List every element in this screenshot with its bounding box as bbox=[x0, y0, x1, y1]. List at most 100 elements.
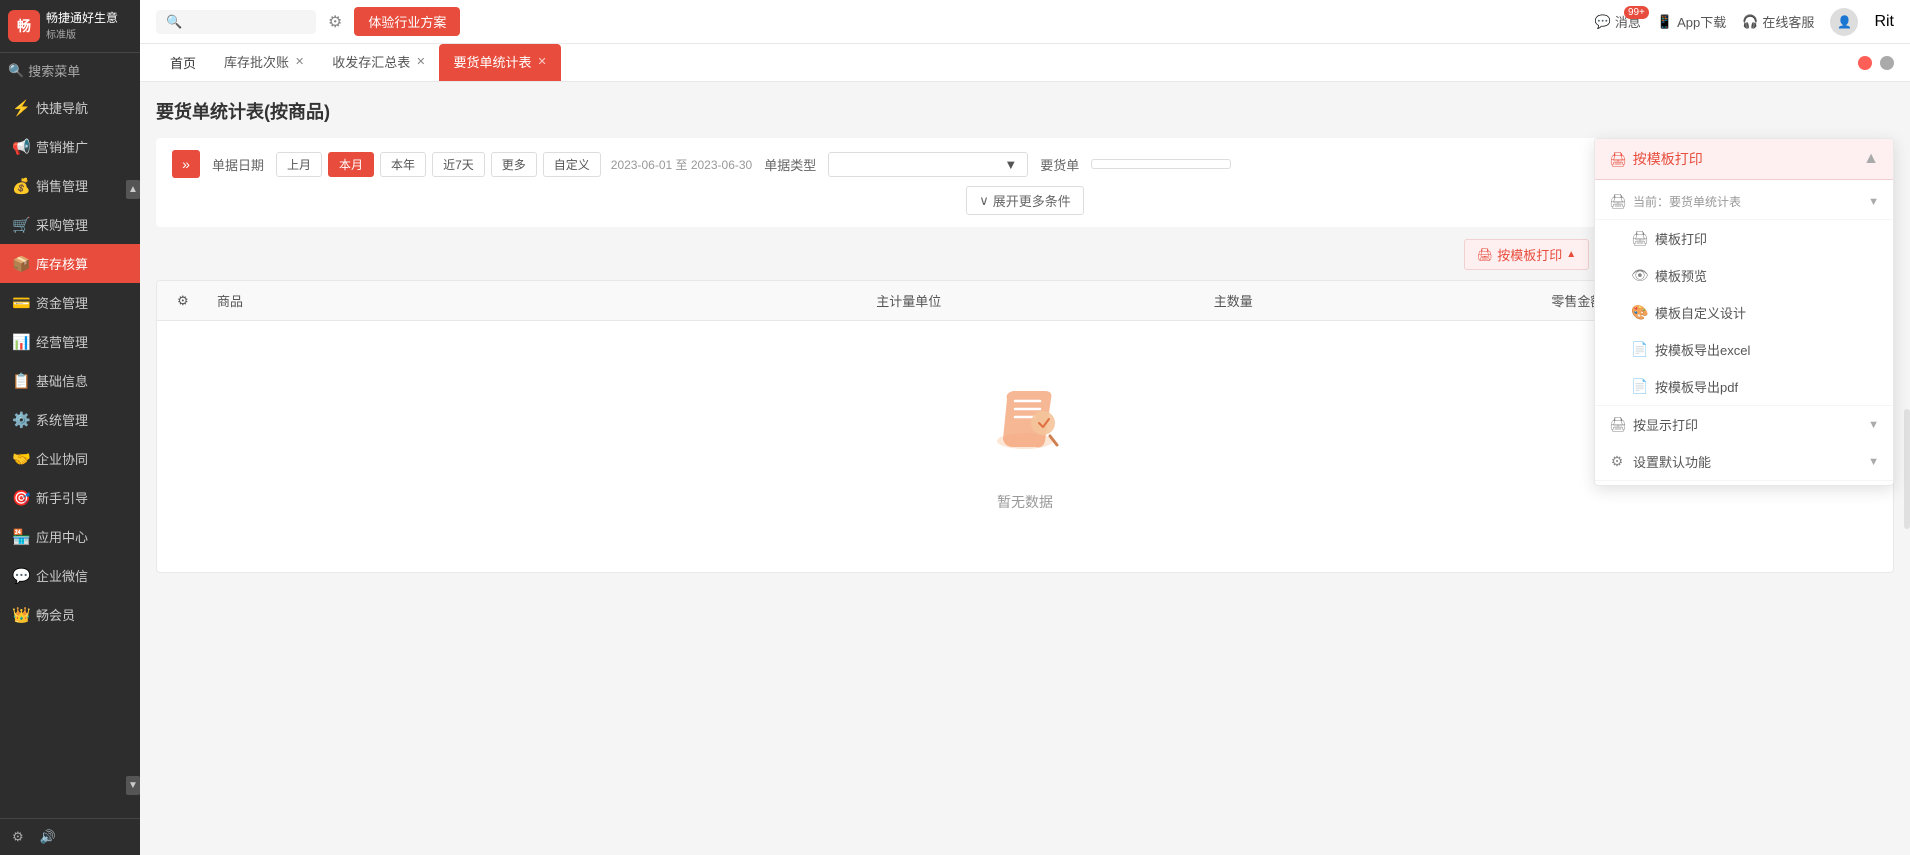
dropdown-display-print[interactable]: 🖨 按显示打印 ▼ bbox=[1595, 406, 1893, 443]
messages-badge: 99+ bbox=[1624, 6, 1649, 19]
type-filter-select[interactable]: ▼ bbox=[828, 152, 1028, 177]
date-7days-btn[interactable]: 近7天 bbox=[432, 152, 485, 177]
sidebar-item-guide[interactable]: 🎯 新手引导 bbox=[0, 478, 140, 517]
template-pdf-label: 按模板导出pdf bbox=[1655, 377, 1879, 396]
date-custom-btn[interactable]: 自定义 bbox=[543, 152, 601, 177]
sidebar-item-finance[interactable]: 💳 资金管理 bbox=[0, 283, 140, 322]
sidebar-item-member-label: 畅会员 bbox=[36, 605, 75, 624]
search-icon: 🔍 bbox=[8, 63, 24, 79]
user-avatar[interactable]: 👤 bbox=[1830, 8, 1858, 36]
dropdown-template-pdf[interactable]: 📄 按模板导出pdf bbox=[1595, 368, 1893, 405]
dropdown-default-func[interactable]: ⚙ 设置默认功能 ▼ bbox=[1595, 443, 1893, 480]
dropdown-template-print[interactable]: 🖨 模板打印 bbox=[1595, 220, 1893, 257]
current-item-label: 当前：要货单统计表 bbox=[1633, 193, 1860, 210]
topbar-gear-icon[interactable]: ⚙ bbox=[328, 12, 342, 32]
date-filter-label: 单据日期 bbox=[212, 155, 264, 174]
win-close-btn[interactable] bbox=[1858, 56, 1872, 70]
tab-order-stats[interactable]: 要货单统计表 ✕ bbox=[439, 44, 560, 81]
sidebar-item-operation[interactable]: 📊 经营管理 bbox=[0, 322, 140, 361]
win-controls bbox=[1858, 56, 1894, 70]
sidebar-item-collab[interactable]: 🤝 企业协同 bbox=[0, 439, 140, 478]
sidebar-search[interactable]: 🔍 搜索菜单 bbox=[0, 53, 140, 88]
print-btn-container: 🖨 按模板打印 ▲ bbox=[1464, 239, 1589, 270]
empty-icon bbox=[985, 381, 1065, 480]
finance-icon: 💳 bbox=[12, 294, 30, 312]
template-preview-icon: 👁 bbox=[1631, 267, 1647, 284]
download-icon: 📱 bbox=[1657, 14, 1673, 30]
sidebar-item-inventory[interactable]: 📦 库存核算 bbox=[0, 244, 140, 283]
template-pdf-icon: 📄 bbox=[1631, 378, 1647, 395]
tab-inventory-batch-label: 库存批次账 bbox=[224, 52, 289, 71]
app-name: 畅捷通好生意 bbox=[46, 11, 118, 27]
template-design-icon: 🎨 bbox=[1631, 304, 1647, 321]
basic-icon: 📋 bbox=[12, 372, 30, 390]
template-design-label: 模板自定义设计 bbox=[1655, 303, 1879, 322]
tab-receipt-summary-close[interactable]: ✕ bbox=[416, 55, 425, 68]
sidebar-item-sales[interactable]: 💰 销售管理 bbox=[0, 166, 140, 205]
default-func-icon: ⚙ bbox=[1609, 453, 1625, 470]
sidebar-item-marketing[interactable]: 📢 营销推广 bbox=[0, 127, 140, 166]
customer-service-button[interactable]: 🎧 在线客服 bbox=[1742, 12, 1814, 31]
current-item-icon: 🖨 bbox=[1609, 193, 1625, 210]
tab-inventory-batch[interactable]: 库存批次账 ✕ bbox=[210, 44, 318, 81]
tab-home[interactable]: 首页 bbox=[156, 45, 210, 80]
app-download-button[interactable]: 📱 App下载 bbox=[1657, 12, 1726, 31]
dropdown-current-item[interactable]: 🖨 当前：要货单统计表 ▼ bbox=[1595, 184, 1893, 219]
require-label: 要货单 bbox=[1040, 155, 1079, 174]
sidebar-item-wechat[interactable]: 💬 企业微信 bbox=[0, 556, 140, 595]
appstore-icon: 🏪 bbox=[12, 528, 30, 546]
user-name: Rit bbox=[1874, 13, 1894, 31]
th-settings[interactable]: ⚙ bbox=[169, 293, 209, 309]
tab-receipt-summary-label: 收发存汇总表 bbox=[332, 52, 410, 71]
sidebar-item-quick-nav[interactable]: ⚡ 快捷导航 bbox=[0, 88, 140, 127]
filter-expand-toggle[interactable]: » bbox=[172, 150, 200, 178]
sidebar-item-appstore[interactable]: 🏪 应用中心 bbox=[0, 517, 140, 556]
page-area: 要货单统计表(按商品) » 单据日期 上月 本月 本年 近7天 更多 自定义 2… bbox=[140, 82, 1910, 855]
tab-order-stats-label: 要货单统计表 bbox=[453, 52, 531, 71]
sidebar-scroll-up[interactable]: ▲ bbox=[126, 180, 140, 199]
sidebar-item-quick-nav-label: 快捷导航 bbox=[36, 98, 88, 117]
sidebar-nav: ⚡ 快捷导航 📢 营销推广 💰 销售管理 🛒 采购管理 📦 库存核算 💳 资金管… bbox=[0, 88, 140, 818]
date-prev-month-btn[interactable]: 上月 bbox=[276, 152, 322, 177]
tab-order-stats-close[interactable]: ✕ bbox=[538, 55, 547, 68]
footer-sound-icon[interactable]: 🔊 bbox=[40, 829, 56, 845]
win-max-btn[interactable] bbox=[1880, 56, 1894, 70]
tab-receipt-summary[interactable]: 收发存汇总表 ✕ bbox=[318, 44, 439, 81]
dropdown-title: 🖨 按模板打印 bbox=[1609, 149, 1703, 169]
sidebar-item-basic[interactable]: 📋 基础信息 bbox=[0, 361, 140, 400]
dropdown-template-excel[interactable]: 📄 按模板导出excel bbox=[1595, 331, 1893, 368]
messages-button[interactable]: 💬 消息 99+ bbox=[1595, 12, 1641, 31]
print-button[interactable]: 🖨 按模板打印 ▲ bbox=[1464, 239, 1589, 270]
trial-button[interactable]: 体验行业方案 bbox=[354, 7, 460, 36]
sidebar-item-collab-label: 企业协同 bbox=[36, 449, 88, 468]
expand-more-btn[interactable]: ∨ 展开更多条件 bbox=[966, 186, 1084, 215]
tab-inventory-batch-close[interactable]: ✕ bbox=[295, 55, 304, 68]
default-func-arrow: ▼ bbox=[1868, 456, 1879, 468]
date-range-display: 2023-06-01 至 2023-06-30 bbox=[611, 156, 752, 173]
collab-icon: 🤝 bbox=[12, 450, 30, 468]
expand-down-icon: ∨ bbox=[979, 193, 989, 209]
sidebar-item-finance-label: 资金管理 bbox=[36, 293, 88, 312]
dropdown-template-preview[interactable]: 👁 模板预览 bbox=[1595, 257, 1893, 294]
require-input[interactable] bbox=[1091, 159, 1231, 169]
sidebar-footer: ⚙ 🔊 bbox=[0, 818, 140, 855]
sidebar-item-purchase[interactable]: 🛒 采购管理 bbox=[0, 205, 140, 244]
sidebar-scroll-down[interactable]: ▼ bbox=[126, 776, 140, 795]
page-scrollbar[interactable] bbox=[1904, 409, 1910, 529]
sidebar-item-basic-label: 基础信息 bbox=[36, 371, 88, 390]
date-more-btn[interactable]: 更多 bbox=[491, 152, 537, 177]
operation-icon: 📊 bbox=[12, 333, 30, 351]
date-curr-month-btn[interactable]: 本月 bbox=[328, 152, 374, 177]
footer-settings-icon[interactable]: ⚙ bbox=[12, 829, 24, 845]
dropdown-template-design[interactable]: 🎨 模板自定义设计 bbox=[1595, 294, 1893, 331]
dropdown-close-btn[interactable]: ▲ bbox=[1863, 150, 1879, 168]
topbar-right: 💬 消息 99+ 📱 App下载 🎧 在线客服 👤 Rit bbox=[1595, 8, 1894, 36]
sidebar-item-system[interactable]: ⚙️ 系统管理 bbox=[0, 400, 140, 439]
date-curr-year-btn[interactable]: 本年 bbox=[380, 152, 426, 177]
sidebar-item-member[interactable]: 👑 畅会员 bbox=[0, 595, 140, 634]
topbar-search-box[interactable]: 🔍 bbox=[156, 10, 316, 34]
type-filter-label: 单据类型 bbox=[764, 155, 816, 174]
display-print-label: 按显示打印 bbox=[1633, 415, 1860, 434]
purchase-icon: 🛒 bbox=[12, 216, 30, 234]
quick-nav-icon: ⚡ bbox=[12, 99, 30, 117]
